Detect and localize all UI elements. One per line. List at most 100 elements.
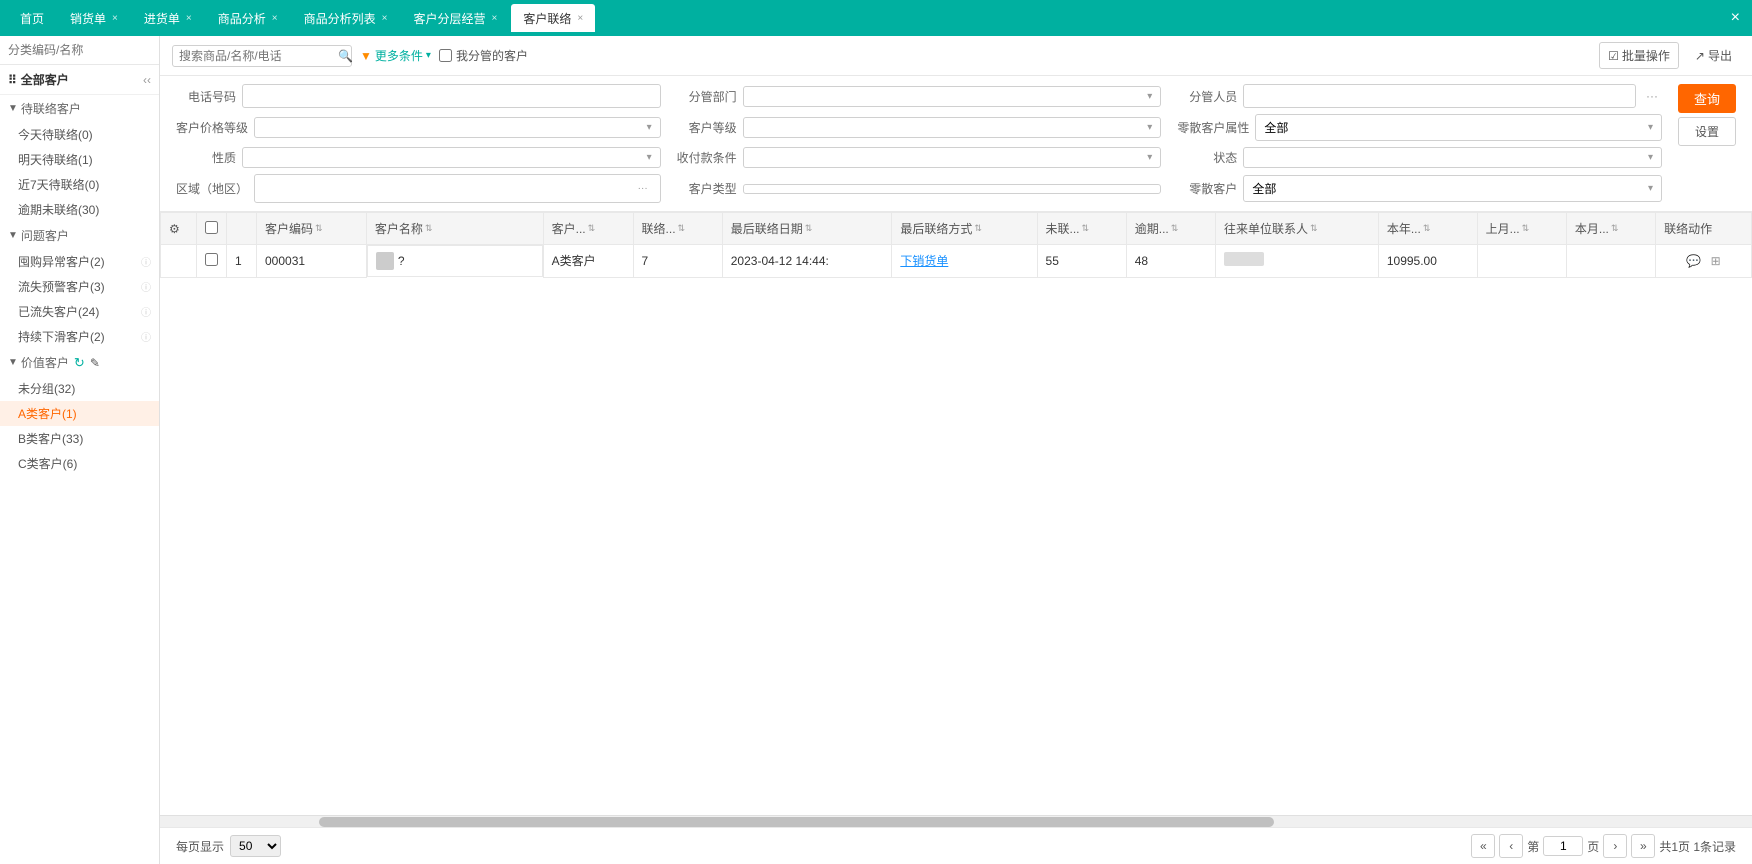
retail-customer-label: 零散客户 [1177,180,1237,197]
scrollbar-thumb[interactable] [319,817,1274,827]
row-name: ? [367,245,543,277]
retail-attr-select[interactable]: 全部 ▾ [1255,114,1662,141]
tab-sales[interactable]: 销货单 × [58,4,130,32]
tab-purchase[interactable]: 进货单 × [132,4,204,32]
query-button[interactable]: 查询 [1678,84,1736,113]
customer-type-select[interactable] [743,184,1162,194]
select-all-checkbox[interactable] [205,221,218,234]
last-date-column-header[interactable]: 最后联络日期⇅ [722,213,892,245]
tab-analysis[interactable]: 商品分析 × [206,4,290,32]
sort-icon: ⇅ [1522,223,1530,234]
sidebar-item-class-c[interactable]: C类客户(6) [0,451,159,476]
dept-select[interactable]: ▾ [743,86,1162,107]
section-pending-contact[interactable]: ▼ 待联络客户 [0,95,159,122]
sidebar-item-tomorrow-contact[interactable]: 明天待联络(1) [0,147,159,172]
export-button[interactable]: ↗ 导出 [1687,43,1740,68]
filter-retail-attr: 零散客户属性 全部 ▾ [1177,114,1662,141]
payment-select[interactable]: ▾ [743,147,1162,168]
tab-customer-contact[interactable]: 客户联络 × [511,4,595,32]
code-column-header[interactable]: 客户编码⇅ [257,213,367,245]
status-select[interactable]: ▾ [1243,147,1662,168]
page-number-input[interactable] [1543,836,1583,856]
sort-icon: ⇅ [425,223,433,234]
phone-input[interactable] [242,84,661,108]
search-input[interactable] [179,49,334,63]
row-select-checkbox[interactable] [205,253,218,266]
filter-icon: ▼ [360,49,372,63]
gear-icon[interactable]: ⚙ [169,222,180,236]
last-method-column-header[interactable]: 最后联络方式⇅ [892,213,1037,245]
per-page-label: 每页显示 [176,838,224,855]
sidebar-item-declining[interactable]: 持续下滑客户(2) ⓘ [0,324,159,349]
sidebar-item-class-a[interactable]: A类客户(1) [0,401,159,426]
tab-customer-segment[interactable]: 客户分层经营 × [401,4,509,32]
search-icon[interactable]: 🔍 [338,49,353,63]
close-icon[interactable]: × [272,13,278,24]
overdue-column-header[interactable]: 逾期...⇅ [1126,213,1215,245]
settings-button[interactable]: 设置 [1678,117,1736,146]
per-page-select[interactable]: 50 100 200 [230,835,281,857]
section-value-customers[interactable]: ▼ 价值客户 ↻ ✎ [0,349,159,376]
close-icon[interactable]: × [382,13,388,24]
edit-icon[interactable]: ✎ [90,356,100,370]
row-year-amount: 10995.00 [1378,245,1477,278]
nature-select[interactable]: ▾ [242,147,661,168]
action-column-header: 联络动作 [1656,213,1752,245]
close-icon[interactable]: × [491,13,497,24]
year-amount-column-header[interactable]: 本年...⇅ [1378,213,1477,245]
sidebar-item-churn-warning[interactable]: 流失预警客户(3) ⓘ [0,274,159,299]
customer-level-select[interactable]: ▾ [743,117,1162,138]
sidebar-item-churned[interactable]: 已流失客户(24) ⓘ [0,299,159,324]
chat-icon[interactable]: 💬 [1686,254,1701,268]
region-dots[interactable]: ··· [634,179,652,198]
next-page-button[interactable]: › [1603,834,1627,858]
top-nav: 首页 销货单 × 进货单 × 商品分析 × 商品分析列表 × 客户分层经营 × … [0,0,1752,36]
settings-column-header: ⚙ [161,213,197,245]
sidebar-item-unclassified[interactable]: 未分组(32) [0,376,159,401]
sidebar-item-today-contact[interactable]: 今天待联络(0) [0,122,159,147]
last-method-link[interactable]: 下销货单 [900,254,948,268]
this-month-column-header[interactable]: 本月...⇅ [1566,213,1655,245]
filter-region: 区域（地区） ··· [176,174,661,203]
last-page-button[interactable]: » [1631,834,1655,858]
name-column-header[interactable]: 客户名称⇅ [366,213,543,245]
sidebar-item-overdue-contact[interactable]: 逾期未联络(30) [0,197,159,222]
phone-label: 电话号码 [176,88,236,105]
unit-contact-column-header[interactable]: 往来单位联系人⇅ [1215,213,1378,245]
data-table-container: ⚙ 客户编码⇅ 客户名称⇅ 客户...⇅ [160,212,1752,815]
section-problem-customers[interactable]: ▼ 问题客户 [0,222,159,249]
manager-input[interactable] [1243,84,1636,108]
tab-home[interactable]: 首页 [8,4,56,32]
region-select[interactable]: ··· [254,174,661,203]
my-customers-checkbox[interactable] [439,49,452,62]
window-close-button[interactable]: × [1727,5,1744,31]
more-filters-button[interactable]: ▼ 更多条件 ▾ [360,47,431,64]
my-customers-filter: 我分管的客户 [439,47,528,64]
manager-dots-button[interactable]: ··· [1642,85,1662,107]
sidebar-search-input[interactable] [8,43,160,57]
no-contact-column-header[interactable]: 未联...⇅ [1037,213,1126,245]
first-page-button[interactable]: « [1471,834,1495,858]
category-column-header[interactable]: 客户...⇅ [543,213,633,245]
batch-operations-button[interactable]: ☑ 批量操作 [1599,42,1679,69]
sidebar-item-class-b[interactable]: B类客户(33) [0,426,159,451]
filter-manager: 分管人员 ··· [1177,84,1662,108]
contact-column-header[interactable]: 联络...⇅ [633,213,722,245]
prev-page-button[interactable]: ‹ [1499,834,1523,858]
sidebar-item-abnormal-hoarding[interactable]: 囤购异常客户(2) ⓘ [0,249,159,274]
close-icon[interactable]: × [577,13,583,24]
qr-icon[interactable]: ⊞ [1711,254,1721,268]
sidebar-item-week-contact[interactable]: 近7天待联络(0) [0,172,159,197]
refresh-icon[interactable]: ↻ [74,355,85,371]
price-level-select[interactable]: ▾ [254,117,661,138]
horizontal-scrollbar[interactable] [160,815,1752,827]
tab-analysis-list[interactable]: 商品分析列表 × [292,4,400,32]
sidebar-collapse-icon[interactable]: ‹‹ [143,73,151,87]
close-icon[interactable]: × [186,13,192,24]
last-month-column-header[interactable]: 上月...⇅ [1477,213,1566,245]
close-icon[interactable]: × [112,13,118,24]
filter-row-1: 电话号码 分管部门 ▾ 分管人员 [176,84,1662,108]
chevron-down-icon: ▾ [1147,122,1152,133]
retail-customer-select[interactable]: 全部 ▾ [1243,175,1662,202]
info-icon: ⓘ [141,279,151,294]
